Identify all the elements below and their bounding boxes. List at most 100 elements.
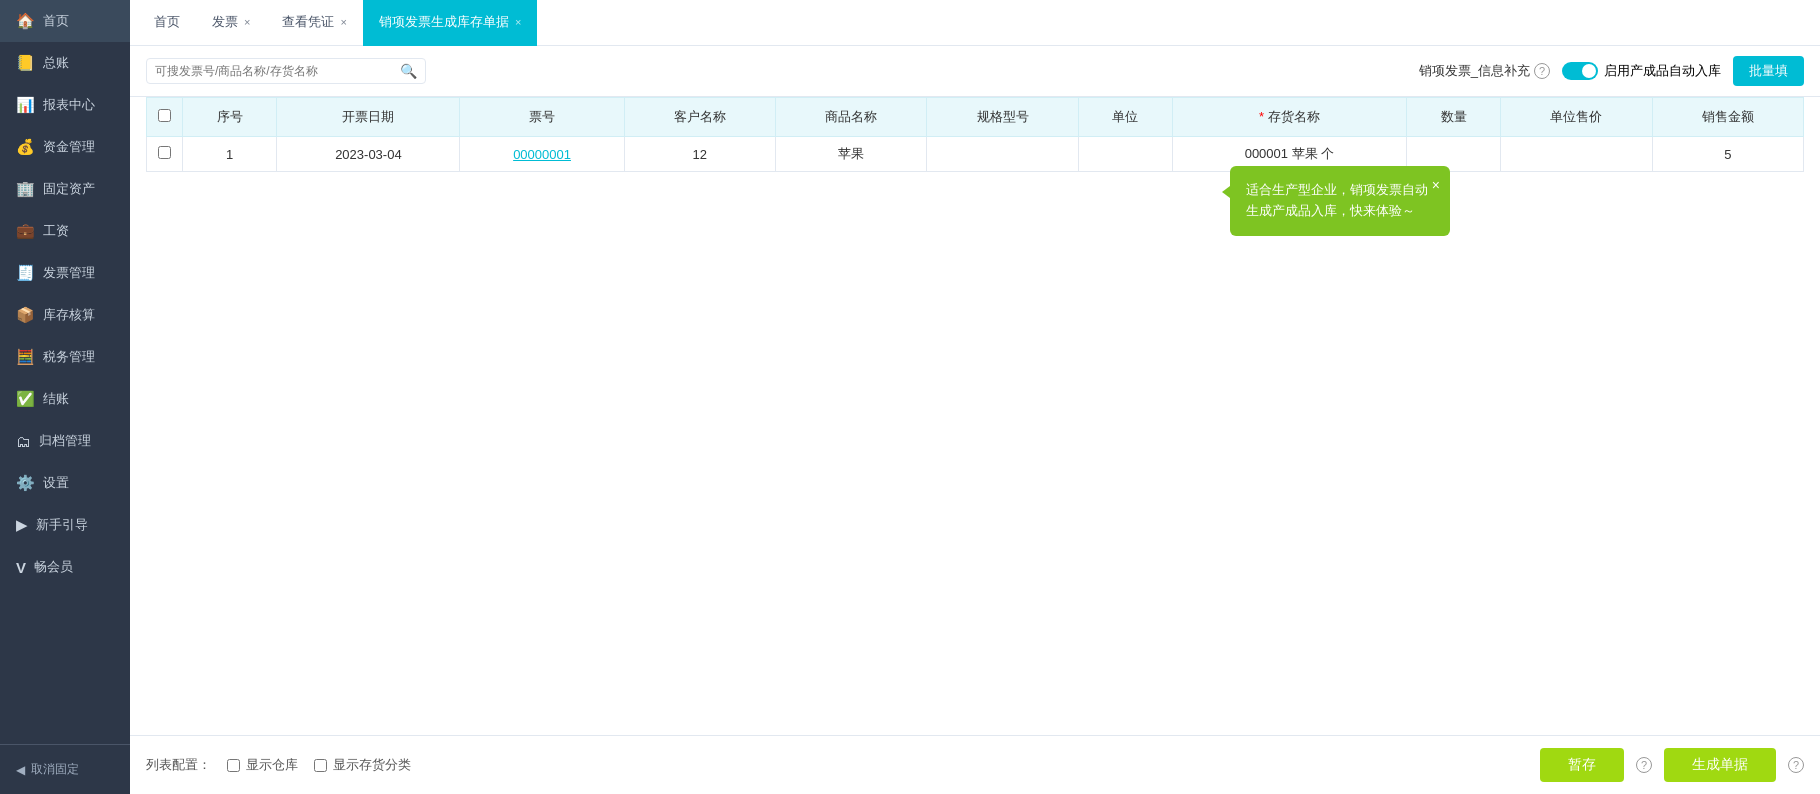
sidebar-item-label: 畅会员 [34,558,73,576]
show-warehouse-group: 显示仓库 [227,756,298,774]
fund-icon: 💰 [16,138,35,156]
show-inventory-category-group: 显示存货分类 [314,756,411,774]
info-help-icon[interactable]: ? [1534,63,1550,79]
tab-invoice[interactable]: 发票 × [196,0,266,46]
sidebar-item-guide[interactable]: ▶ 新手引导 [0,504,130,546]
tab-voucher-close[interactable]: × [340,16,346,28]
tooltip-close-button[interactable]: × [1432,174,1440,196]
tab-bar: 首页 发票 × 查看凭证 × 销项发票生成库存单据 × [130,0,1820,46]
show-inventory-category-label: 显示存货分类 [333,756,411,774]
auto-warehouse-toggle[interactable] [1562,62,1598,80]
settlement-icon: ✅ [16,390,35,408]
sidebar-item-label: 税务管理 [43,348,95,366]
show-warehouse-checkbox[interactable] [227,759,240,772]
sidebar-item-inventory[interactable]: 📦 库存核算 [0,294,130,336]
th-unit: 单位 [1078,98,1172,137]
payroll-icon: 💼 [16,222,35,240]
row-sales-amount: 5 [1652,137,1803,172]
th-checkbox [147,98,183,137]
tab-generate-stock-label: 销项发票生成库存单据 [379,13,509,31]
tab-home-label: 首页 [154,13,180,31]
save-help-icon[interactable]: ? [1636,757,1652,773]
sidebar-item-label: 首页 [43,12,69,30]
th-customer: 客户名称 [624,98,775,137]
tooltip-box: × 适合生产型企业，销项发票自动生成产成品入库，快来体验～ [1230,166,1450,236]
sidebar-item-label: 发票管理 [43,264,95,282]
main-content: 首页 发票 × 查看凭证 × 销项发票生成库存单据 × 🔍 销项发票_信息补充 … [130,0,1820,794]
table-header-row: 序号 开票日期 票号 客户名称 商品名称 规格型号 单位 * 存货名称 数量 单… [147,98,1804,137]
row-customer: 12 [624,137,775,172]
tax-icon: 🧮 [16,348,35,366]
sidebar-item-label: 资金管理 [43,138,95,156]
tab-generate-stock-close[interactable]: × [515,16,521,28]
ticket-no-link[interactable]: 00000001 [513,147,571,162]
tab-invoice-close[interactable]: × [244,16,250,28]
toggle-area: 启用产成品自动入库 [1562,62,1721,80]
sidebar-item-invoice-management[interactable]: 🧾 发票管理 [0,252,130,294]
sidebar-item-label: 新手引导 [36,516,88,534]
th-ticket-no: 票号 [460,98,624,137]
sidebar-item-label: 固定资产 [43,180,95,198]
th-seq: 序号 [183,98,277,137]
info-label-text: 销项发票_信息补充 [1419,62,1530,80]
sidebar-item-tax-management[interactable]: 🧮 税务管理 [0,336,130,378]
table-container: 序号 开票日期 票号 客户名称 商品名称 规格型号 单位 * 存货名称 数量 单… [130,97,1820,735]
th-sales-amount: 销售金额 [1652,98,1803,137]
sidebar-item-membership[interactable]: V 畅会员 [0,546,130,588]
sidebar-item-fixed-assets[interactable]: 🏢 固定资产 [0,168,130,210]
footer-actions: 暂存 ? 生成单据 ? [1540,748,1804,782]
row-seq: 1 [183,137,277,172]
row-unit-price [1501,137,1652,172]
search-box[interactable]: 🔍 [146,58,426,84]
save-button[interactable]: 暂存 [1540,748,1624,782]
sidebar-item-label: 结账 [43,390,69,408]
th-open-date: 开票日期 [277,98,460,137]
sidebar-item-settings[interactable]: ⚙️ 设置 [0,462,130,504]
sidebar-item-home[interactable]: 🏠 首页 [0,0,130,42]
undo-pin-label: 取消固定 [31,761,79,778]
report-icon: 📊 [16,96,35,114]
sidebar: 🏠 首页 📒 总账 📊 报表中心 💰 资金管理 🏢 固定资产 💼 工资 🧾 发票… [0,0,130,794]
select-all-checkbox[interactable] [158,109,171,122]
th-unit-price: 单位售价 [1501,98,1652,137]
batch-fill-button[interactable]: 批量填 [1733,56,1804,86]
sidebar-item-label: 报表中心 [43,96,95,114]
sidebar-item-label: 总账 [43,54,69,72]
table-body: 1 2023-03-04 00000001 12 苹果 000001 苹果 个 … [147,137,1804,172]
ledger-icon: 📒 [16,54,35,72]
sidebar-bottom: ◀ 取消固定 [0,744,130,794]
row-spec [927,137,1078,172]
row-open-date: 2023-03-04 [277,137,460,172]
sidebar-item-payroll[interactable]: 💼 工资 [0,210,130,252]
th-spec: 规格型号 [927,98,1078,137]
data-table: 序号 开票日期 票号 客户名称 商品名称 规格型号 单位 * 存货名称 数量 单… [146,97,1804,172]
show-inventory-category-checkbox[interactable] [314,759,327,772]
row-checkbox-cell [147,137,183,172]
search-input[interactable] [155,64,400,78]
toolbar: 🔍 销项发票_信息补充 ? 启用产成品自动入库 批量填 [130,46,1820,97]
row-checkbox[interactable] [158,146,171,159]
sidebar-item-report-center[interactable]: 📊 报表中心 [0,84,130,126]
tab-voucher[interactable]: 查看凭证 × [266,0,362,46]
tooltip-text: 适合生产型企业，销项发票自动生成产成品入库，快来体验～ [1246,182,1428,218]
settings-icon: ⚙️ [16,474,35,492]
guide-icon: ▶ [16,516,28,534]
generate-help-icon[interactable]: ? [1788,757,1804,773]
undo-pin-button[interactable]: ◀ 取消固定 [0,753,130,786]
membership-icon: V [16,559,26,576]
row-unit [1078,137,1172,172]
sidebar-item-general-ledger[interactable]: 📒 总账 [0,42,130,84]
search-icon: 🔍 [400,63,417,79]
sidebar-item-settlement[interactable]: ✅ 结账 [0,378,130,420]
generate-button[interactable]: 生成单据 [1664,748,1776,782]
sidebar-item-label: 工资 [43,222,69,240]
tab-generate-stock[interactable]: 销项发票生成库存单据 × [363,0,537,46]
sidebar-item-fund-management[interactable]: 💰 资金管理 [0,126,130,168]
sidebar-item-archive[interactable]: 🗂 归档管理 [0,420,130,462]
page-body: 🔍 销项发票_信息补充 ? 启用产成品自动入库 批量填 [130,46,1820,794]
th-product-name: 商品名称 [776,98,927,137]
row-ticket-no: 00000001 [460,137,624,172]
tab-home[interactable]: 首页 [138,0,196,46]
th-inventory-name: * 存货名称 [1173,98,1407,137]
tab-invoice-label: 发票 [212,13,238,31]
